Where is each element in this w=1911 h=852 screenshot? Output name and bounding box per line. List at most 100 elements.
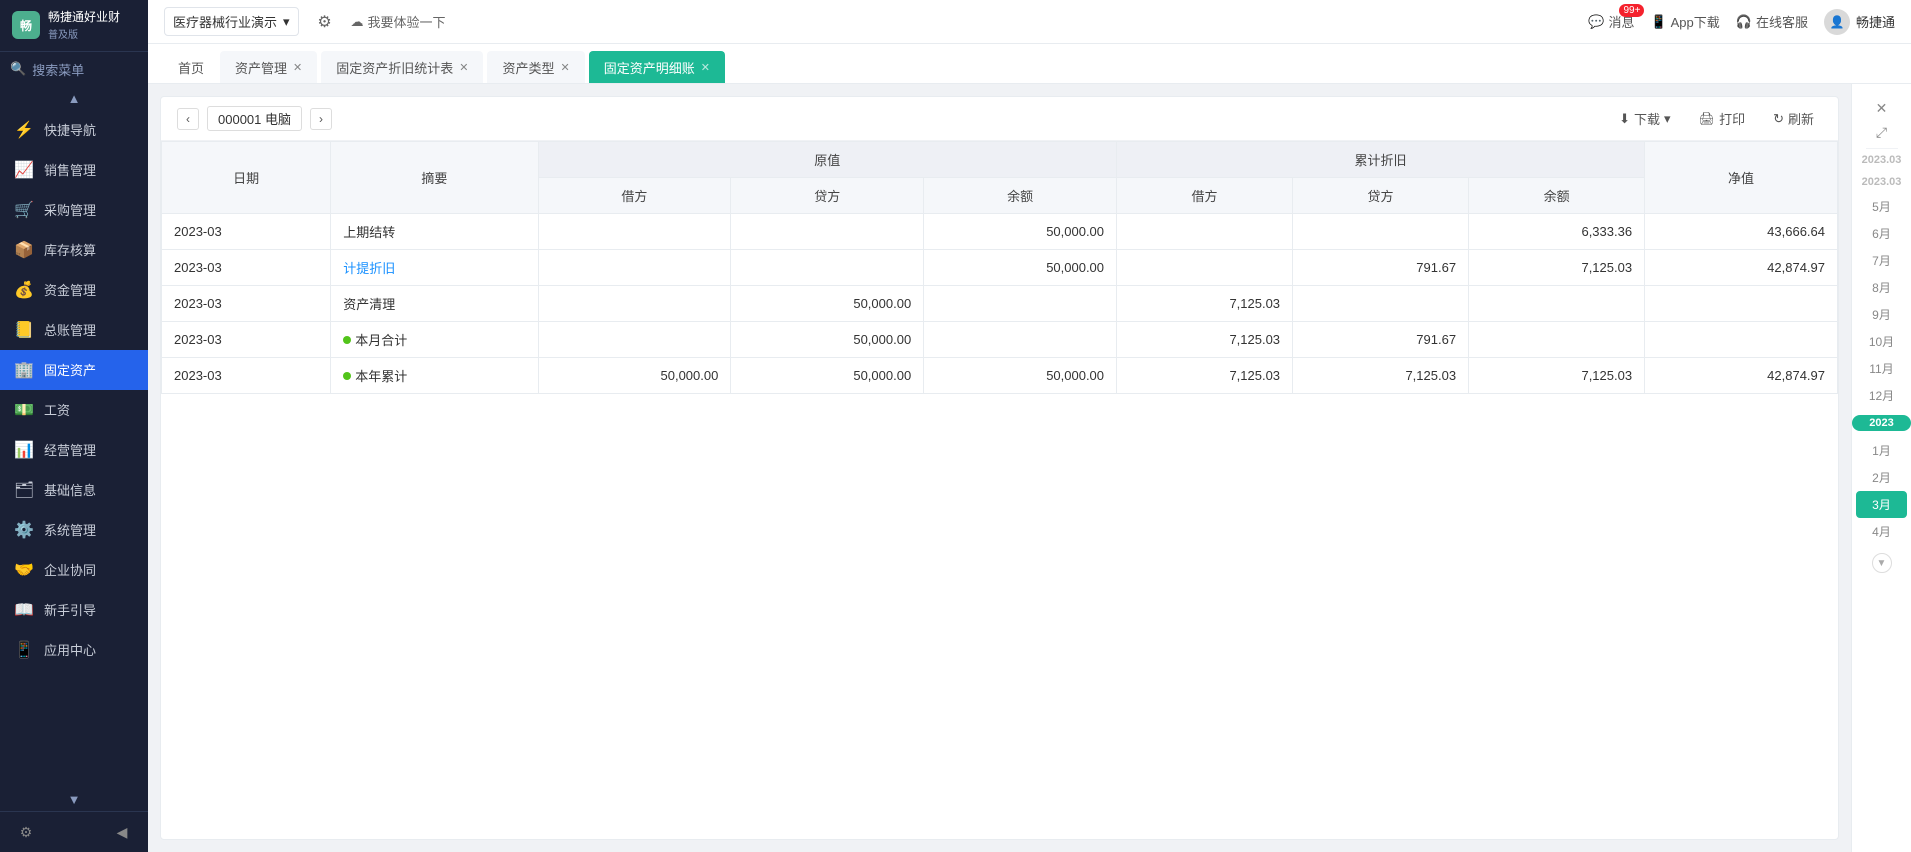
th-original-debit: 借方 [538, 178, 731, 214]
cell-orig-balance: 50,000.00 [924, 250, 1117, 286]
cell-orig-balance: 50,000.00 [924, 214, 1117, 250]
sidebar-footer: ⚙ ◀ [0, 811, 148, 852]
tab-label: 资产类型 [502, 58, 554, 77]
scroll-down-btn[interactable]: ▼ [0, 788, 148, 811]
timeline-month-11[interactable]: 11月 [1852, 355, 1911, 382]
sidebar-nav: ⚡ 快捷导航 📈 销售管理 🛒 采购管理 📦 库存核算 💰 资金管理 📒 总账管… [0, 110, 148, 788]
timeline-month-4[interactable]: 4月 [1852, 518, 1911, 545]
settings-footer-icon[interactable]: ⚙ [14, 820, 38, 844]
sidebar-item-operations[interactable]: 📊 经营管理 [0, 430, 148, 470]
user-menu[interactable]: 👤 畅捷通 [1824, 9, 1895, 35]
sidebar-item-label: 应用中心 [44, 640, 96, 659]
customer-service-btn[interactable]: 🎧 在线客服 [1736, 12, 1808, 31]
cell-accum-balance: 7,125.03 [1469, 250, 1645, 286]
next-asset-btn[interactable]: › [310, 108, 332, 130]
timeline-month-12[interactable]: 12月 [1852, 382, 1911, 409]
timeline-month-5[interactable]: 5月 [1852, 193, 1911, 220]
tab-close-icon[interactable]: ✕ [293, 61, 302, 74]
tab-asset-detail[interactable]: 固定资产明细账 ✕ [589, 51, 725, 83]
timeline-month-9[interactable]: 9月 [1852, 301, 1911, 328]
table-row: 2023-03 本月合计 50,000.00 7,125.03 791.67 [162, 322, 1838, 358]
sidebar-item-ledger[interactable]: 📒 总账管理 [0, 310, 148, 350]
topbar: 医疗器械行业演示 ▾ ⚙ ☁ 我要体验一下 💬 消息 99+ 📱 App下载 🎧… [148, 0, 1911, 44]
table-row: 2023-03 计提折旧 50,000.00 791.67 7,125.03 4… [162, 250, 1838, 286]
content-area: ‹ 000001 电脑 › ⬇ 下载 ▾ 🖨 打印 ↻ 刷新 [148, 84, 1911, 852]
th-accum-balance: 余额 [1469, 178, 1645, 214]
sidebar-item-guide[interactable]: 📖 新手引导 [0, 590, 148, 630]
timeline-month-6[interactable]: 6月 [1852, 220, 1911, 247]
refresh-btn[interactable]: ↻ 刷新 [1765, 105, 1822, 132]
sidebar-item-sales[interactable]: 📈 销售管理 [0, 150, 148, 190]
sidebar-item-system[interactable]: ⚙️ 系统管理 [0, 510, 148, 550]
sidebar-item-finance[interactable]: 💰 资金管理 [0, 270, 148, 310]
app-download-btn[interactable]: 📱 App下载 [1650, 12, 1719, 31]
scroll-up-btn[interactable]: ▲ [0, 87, 148, 110]
timeline-month-10[interactable]: 10月 [1852, 328, 1911, 355]
customer-service-label: 在线客服 [1756, 12, 1808, 31]
sidebar-header: 畅 畅捷通好业财 普及版 [0, 0, 148, 52]
tab-asset-type[interactable]: 资产类型 ✕ [487, 51, 584, 83]
tab-close-icon[interactable]: ✕ [701, 61, 710, 74]
download-btn[interactable]: ⬇ 下载 ▾ [1611, 105, 1678, 132]
cell-summary: 资产清理 [331, 286, 538, 322]
tab-depreciation-stat[interactable]: 固定资产折旧统计表 ✕ [321, 51, 483, 83]
sidebar-item-fixed-assets[interactable]: 🏢 固定资产 [0, 350, 148, 390]
timeline-month-1[interactable]: 1月 [1852, 437, 1911, 464]
experience-btn[interactable]: ☁ 我要体验一下 [351, 12, 446, 31]
download-dropdown-icon: ▾ [1664, 111, 1671, 127]
timeline-month-2[interactable]: 2月 [1852, 464, 1911, 491]
cell-accum-debit: 7,125.03 [1117, 286, 1293, 322]
topbar-settings-btn[interactable]: ⚙ [311, 8, 339, 36]
app-download-icon: 📱 [1650, 14, 1666, 30]
cell-orig-balance: 50,000.00 [924, 358, 1117, 394]
table-toolbar: ‹ 000001 电脑 › ⬇ 下载 ▾ 🖨 打印 ↻ 刷新 [161, 97, 1838, 141]
th-original-value: 原值 [538, 142, 1117, 178]
print-btn[interactable]: 🖨 打印 [1691, 105, 1754, 132]
timeline-month-7[interactable]: 7月 [1852, 247, 1911, 274]
cell-orig-balance [924, 286, 1117, 322]
cell-orig-debit [538, 214, 731, 250]
search-icon: 🔍 [10, 61, 26, 77]
sidebar-item-inventory[interactable]: 📦 库存核算 [0, 230, 148, 270]
timeline-month-3[interactable]: 3月 [1856, 491, 1907, 518]
collapse-sidebar-btn[interactable]: ◀ [110, 820, 134, 844]
tab-home[interactable]: 首页 [164, 51, 218, 83]
th-date: 日期 [162, 142, 331, 214]
download-icon: ⬇ [1619, 111, 1630, 127]
expand-panel-btn[interactable]: ⤢ [1870, 120, 1894, 144]
cell-summary: 本月合计 [331, 322, 538, 358]
cell-date: 2023-03 [162, 358, 331, 394]
cell-accum-credit: 791.67 [1293, 322, 1469, 358]
green-dot [343, 336, 351, 344]
asset-id-tag: 000001 电脑 [207, 106, 302, 131]
sidebar-item-app-center[interactable]: 📱 应用中心 [0, 630, 148, 670]
close-panel-btn[interactable]: ✕ [1870, 96, 1894, 120]
avatar: 👤 [1824, 9, 1850, 35]
cell-accum-balance [1469, 286, 1645, 322]
table-panel: ‹ 000001 电脑 › ⬇ 下载 ▾ 🖨 打印 ↻ 刷新 [160, 96, 1839, 840]
messages-btn[interactable]: 💬 消息 99+ [1588, 12, 1634, 31]
timeline-year-badge[interactable]: 2023 [1852, 415, 1911, 431]
sidebar-item-basic-info[interactable]: 🗂 基础信息 [0, 470, 148, 510]
sidebar-item-payroll[interactable]: 💵 工资 [0, 390, 148, 430]
tab-close-icon[interactable]: ✕ [561, 61, 570, 74]
sidebar-item-purchase[interactable]: 🛒 采购管理 [0, 190, 148, 230]
tab-asset-mgmt[interactable]: 资产管理 ✕ [220, 51, 317, 83]
topbar-right: 💬 消息 99+ 📱 App下载 🎧 在线客服 👤 畅捷通 [1588, 9, 1895, 35]
tab-close-icon[interactable]: ✕ [459, 61, 468, 74]
tabbar: 首页 资产管理 ✕ 固定资产折旧统计表 ✕ 资产类型 ✕ 固定资产明细账 ✕ [148, 44, 1911, 84]
timeline-expand-btn[interactable]: ▼ [1872, 553, 1892, 573]
guide-icon: 📖 [14, 600, 34, 620]
timeline-month-8[interactable]: 8月 [1852, 274, 1911, 301]
cell-accum-debit: 7,125.03 [1117, 358, 1293, 394]
table-row: 2023-03 上期结转 50,000.00 6,333.36 43,666.6… [162, 214, 1838, 250]
summary-text: 资产清理 [343, 297, 395, 312]
company-selector[interactable]: 医疗器械行业演示 ▾ [164, 7, 299, 36]
sidebar-item-quick-nav[interactable]: ⚡ 快捷导航 [0, 110, 148, 150]
sidebar-item-cooperation[interactable]: 🤝 企业协同 [0, 550, 148, 590]
experience-icon: ☁ [351, 14, 364, 30]
prev-asset-btn[interactable]: ‹ [177, 108, 199, 130]
download-label: 下载 [1634, 109, 1660, 128]
search-menu[interactable]: 🔍 搜索菜单 [0, 52, 148, 87]
main-table: 日期 摘要 原值 累计折旧 净值 借方 贷方 余额 借方 贷方 余额 [161, 141, 1838, 394]
